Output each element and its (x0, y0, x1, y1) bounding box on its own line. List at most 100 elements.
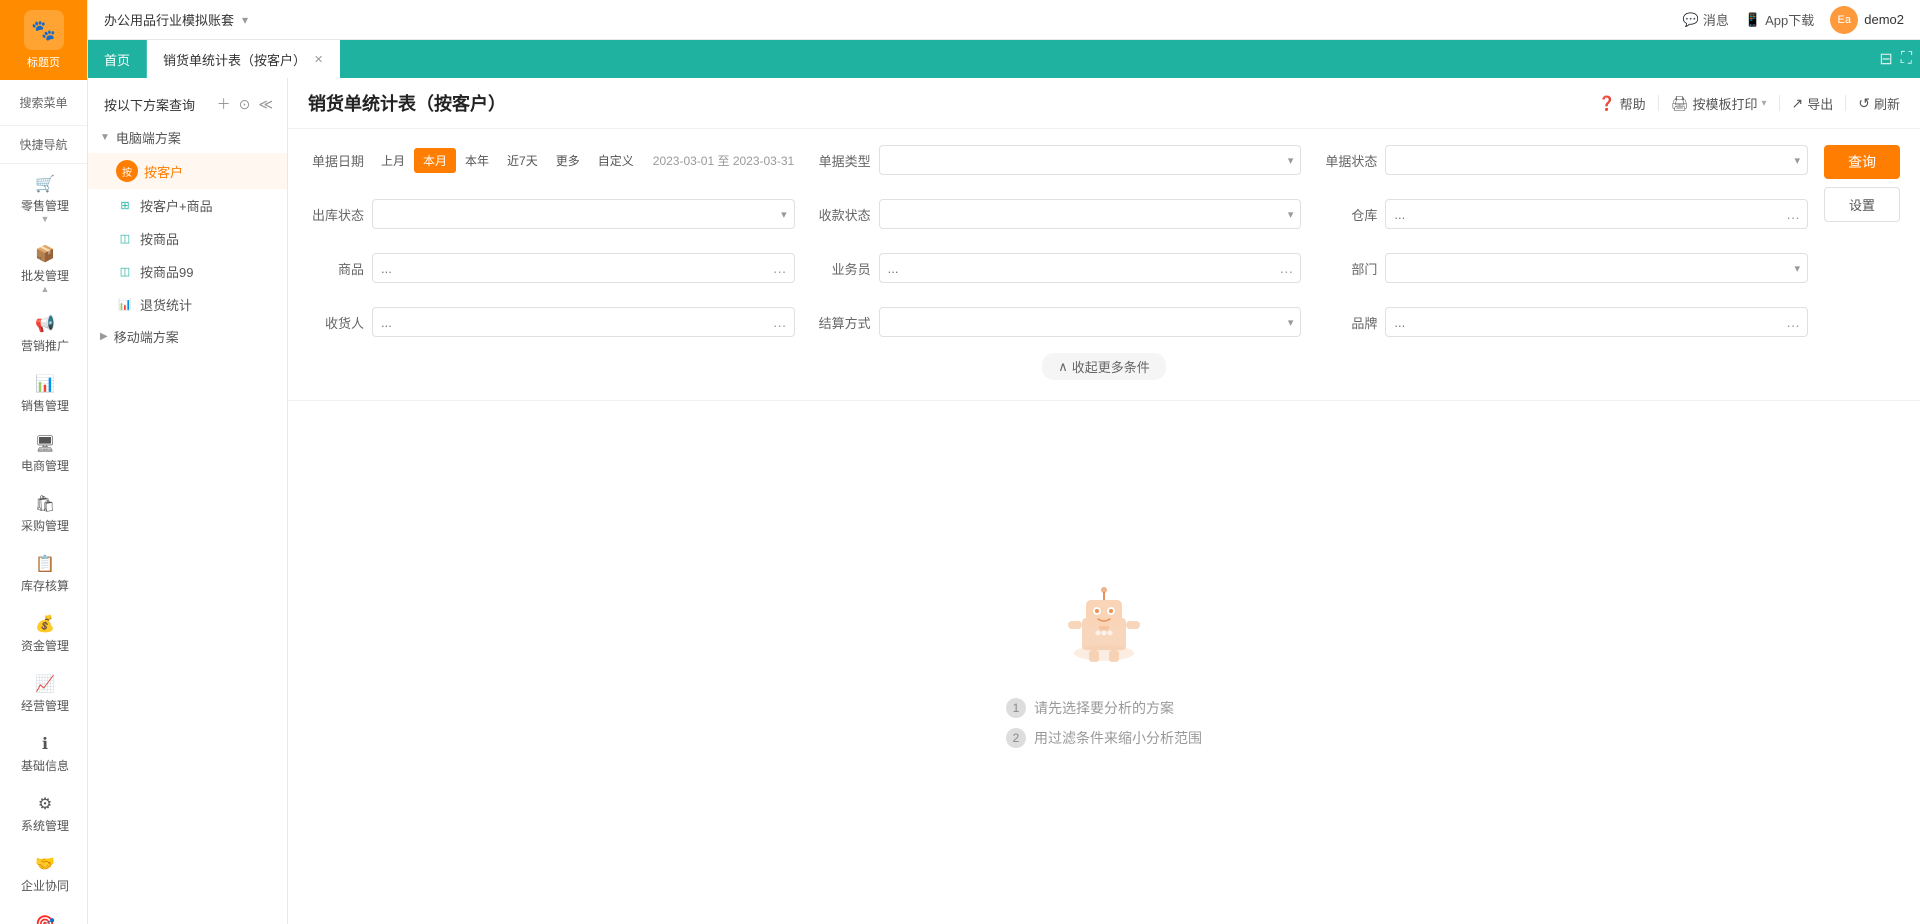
quick-nav[interactable]: 快捷导航 (0, 126, 87, 164)
filter-row-product: 商品 … 业务员 … 部门 (308, 253, 1808, 283)
action-divider-1 (1658, 95, 1659, 111)
sidebar-item-system[interactable]: ⚙ 系统管理 (0, 784, 87, 844)
search-menu-label[interactable]: 搜索菜单 (8, 90, 79, 115)
scheme-item-return-label: 退货统计 (140, 295, 192, 314)
print-btn[interactable]: 🖨 按模板打印 ▾ (1671, 94, 1767, 113)
topbar-dropdown-icon[interactable]: ▾ (242, 13, 248, 27)
basic-info-label: 基础信息 (21, 757, 69, 774)
tab-sales-stats-label: 销货单统计表（按客户） (163, 50, 306, 69)
scheme-group-desktop: ▼ 电脑端方案 按 按客户 ⊞ 按客户+商品 ◫ 按商品 ◫ 按商品99 (88, 122, 287, 321)
scheme-group-mobile-header[interactable]: ▶ 移动端方案 (88, 321, 287, 352)
purchase-icon: 🛍 (35, 494, 55, 514)
order-status-select-wrap: ▾ (1385, 145, 1808, 175)
marketing-label: 营销推广 (21, 337, 69, 354)
collapse-label: 收起更多条件 (1072, 357, 1150, 376)
sidebar-item-ecommerce[interactable]: 🖥 电商管理 (0, 424, 87, 484)
sidebar-item-sales[interactable]: 📊 销售管理 (0, 364, 87, 424)
shortcut-this-month[interactable]: 本月 (414, 148, 456, 173)
help-label: 帮助 (1620, 94, 1646, 113)
tab-sales-stats[interactable]: 销货单统计表（按客户） ✕ (147, 40, 340, 78)
scheme-item-customer-product[interactable]: ⊞ 按客户+商品 (88, 189, 287, 222)
date-label: 单据日期 (308, 151, 364, 170)
scheme-item-product[interactable]: ◫ 按商品 (88, 222, 287, 255)
shortcut-7days[interactable]: 近7天 (498, 148, 547, 173)
message-btn[interactable]: 💬 消息 (1683, 10, 1729, 29)
filter-area: 单据日期 上月 本月 本年 近7天 更多 自定义 20 (288, 129, 1920, 401)
recipient-select-wrap: … (372, 307, 795, 337)
salesperson-input[interactable] (879, 253, 1302, 283)
marketing-icon: 📢 (35, 314, 55, 334)
order-status-label: 单据状态 (1321, 151, 1377, 170)
scheme-item-product99-icon: ◫ (116, 263, 134, 281)
scheme-item-customer-product-icon: ⊞ (116, 197, 134, 215)
sidebar-item-basic-info[interactable]: ℹ 基础信息 (0, 724, 87, 784)
date-filter-wrap: 上月 本月 本年 近7天 更多 自定义 2023-03-01 至 2023-03… (372, 148, 795, 173)
tab-home-label: 首页 (104, 50, 130, 69)
order-status-select[interactable] (1385, 145, 1808, 175)
export-btn[interactable]: ↗ 导出 (1792, 94, 1834, 113)
date-range-display: 2023-03-01 至 2023-03-31 (653, 152, 794, 169)
sidebar-item-inventory[interactable]: 📋 库存核算 (0, 544, 87, 604)
topbar-title: 办公用品行业模拟账套 (104, 10, 234, 29)
tab-close-icon[interactable]: ✕ (314, 53, 323, 66)
recipient-input[interactable] (372, 307, 795, 337)
inventory-label: 库存核算 (21, 577, 69, 594)
scheme-panel-title: 按以下方案查询 (104, 95, 195, 114)
scheme-group-desktop-header[interactable]: ▼ 电脑端方案 (88, 122, 287, 153)
help-btn[interactable]: ❓ 帮助 (1598, 94, 1645, 113)
scheme-item-product99-label: 按商品99 (140, 262, 193, 281)
wholesale-label: 批发管理 (21, 267, 69, 284)
delivery-select[interactable] (372, 199, 795, 229)
avatar[interactable]: Ea (1830, 6, 1858, 34)
warehouse-input[interactable] (1385, 199, 1808, 229)
scheme-item-return[interactable]: 📊 退货统计 (88, 288, 287, 321)
scheme-add-btn[interactable]: ＋ (215, 92, 233, 116)
payment-select[interactable] (879, 199, 1302, 229)
download-icon: 📱 (1745, 12, 1761, 28)
product-input[interactable] (372, 253, 795, 283)
desktop-group-arrow: ▼ (100, 132, 110, 143)
delivery-label: 出库状态 (308, 205, 364, 224)
shortcut-this-year[interactable]: 本年 (456, 148, 498, 173)
user-section[interactable]: Ea demo2 (1830, 6, 1904, 34)
tab-maximize-icon[interactable]: ⛶ (1901, 50, 1912, 68)
scheme-settings-icon[interactable]: ⊙ (237, 94, 253, 115)
department-select[interactable] (1385, 253, 1808, 283)
export-icon: ↗ (1792, 95, 1804, 112)
sidebar-search[interactable]: 搜索菜单 (0, 80, 87, 126)
sidebar-item-finance[interactable]: 💰 资金管理 (0, 604, 87, 664)
finance-label: 资金管理 (21, 637, 69, 654)
tab-minimize-icon[interactable]: ⊟ (1879, 49, 1892, 69)
brand-input[interactable] (1385, 307, 1808, 337)
refresh-btn[interactable]: ↺ 刷新 (1858, 94, 1900, 113)
settlement-select[interactable] (879, 307, 1302, 337)
query-button[interactable]: 查询 (1824, 145, 1900, 179)
setting-button[interactable]: 设置 (1824, 187, 1900, 222)
sidebar-item-cooperation[interactable]: 🤝 企业协同 (0, 844, 87, 904)
sidebar-item-wholesale[interactable]: 📦 批发管理 ▲ (0, 234, 87, 304)
shortcut-custom[interactable]: 自定义 (589, 148, 643, 173)
sidebar-item-tutorial[interactable]: 🎯 新手引导 (0, 904, 87, 924)
quick-nav-label[interactable]: 快捷导航 (0, 132, 87, 157)
wholesale-icon: 📦 (35, 244, 55, 264)
tab-home[interactable]: 首页 (88, 40, 147, 78)
scheme-collapse-icon[interactable]: ≪ (256, 94, 275, 115)
date-shortcuts: 上月 本月 本年 近7天 更多 自定义 (372, 148, 643, 173)
tutorial-icon: 🎯 (35, 914, 55, 924)
action-divider-3 (1845, 95, 1846, 111)
shortcut-more[interactable]: 更多 (547, 148, 589, 173)
print-dropdown-icon[interactable]: ▾ (1761, 98, 1766, 109)
sidebar-item-retail[interactable]: 🛒 零售管理 ▼ (0, 164, 87, 234)
message-icon: 💬 (1683, 12, 1699, 28)
app-download-btn[interactable]: 📱 App下载 (1745, 10, 1814, 29)
shortcut-last-month[interactable]: 上月 (372, 148, 414, 173)
sidebar-item-marketing[interactable]: 📢 营销推广 (0, 304, 87, 364)
sidebar-item-purchase[interactable]: 🛍 采购管理 (0, 484, 87, 544)
order-type-select[interactable] (879, 145, 1302, 175)
collapse-btn[interactable]: ∧ 收起更多条件 (1042, 353, 1166, 380)
sidebar-item-operations[interactable]: 📈 经营管理 (0, 664, 87, 724)
scheme-item-product99[interactable]: ◫ 按商品99 (88, 255, 287, 288)
logo[interactable]: 🐾 标题页 (0, 0, 87, 80)
scheme-item-customer[interactable]: 按 按客户 (88, 153, 287, 189)
order-type-label: 单据类型 (815, 151, 871, 170)
